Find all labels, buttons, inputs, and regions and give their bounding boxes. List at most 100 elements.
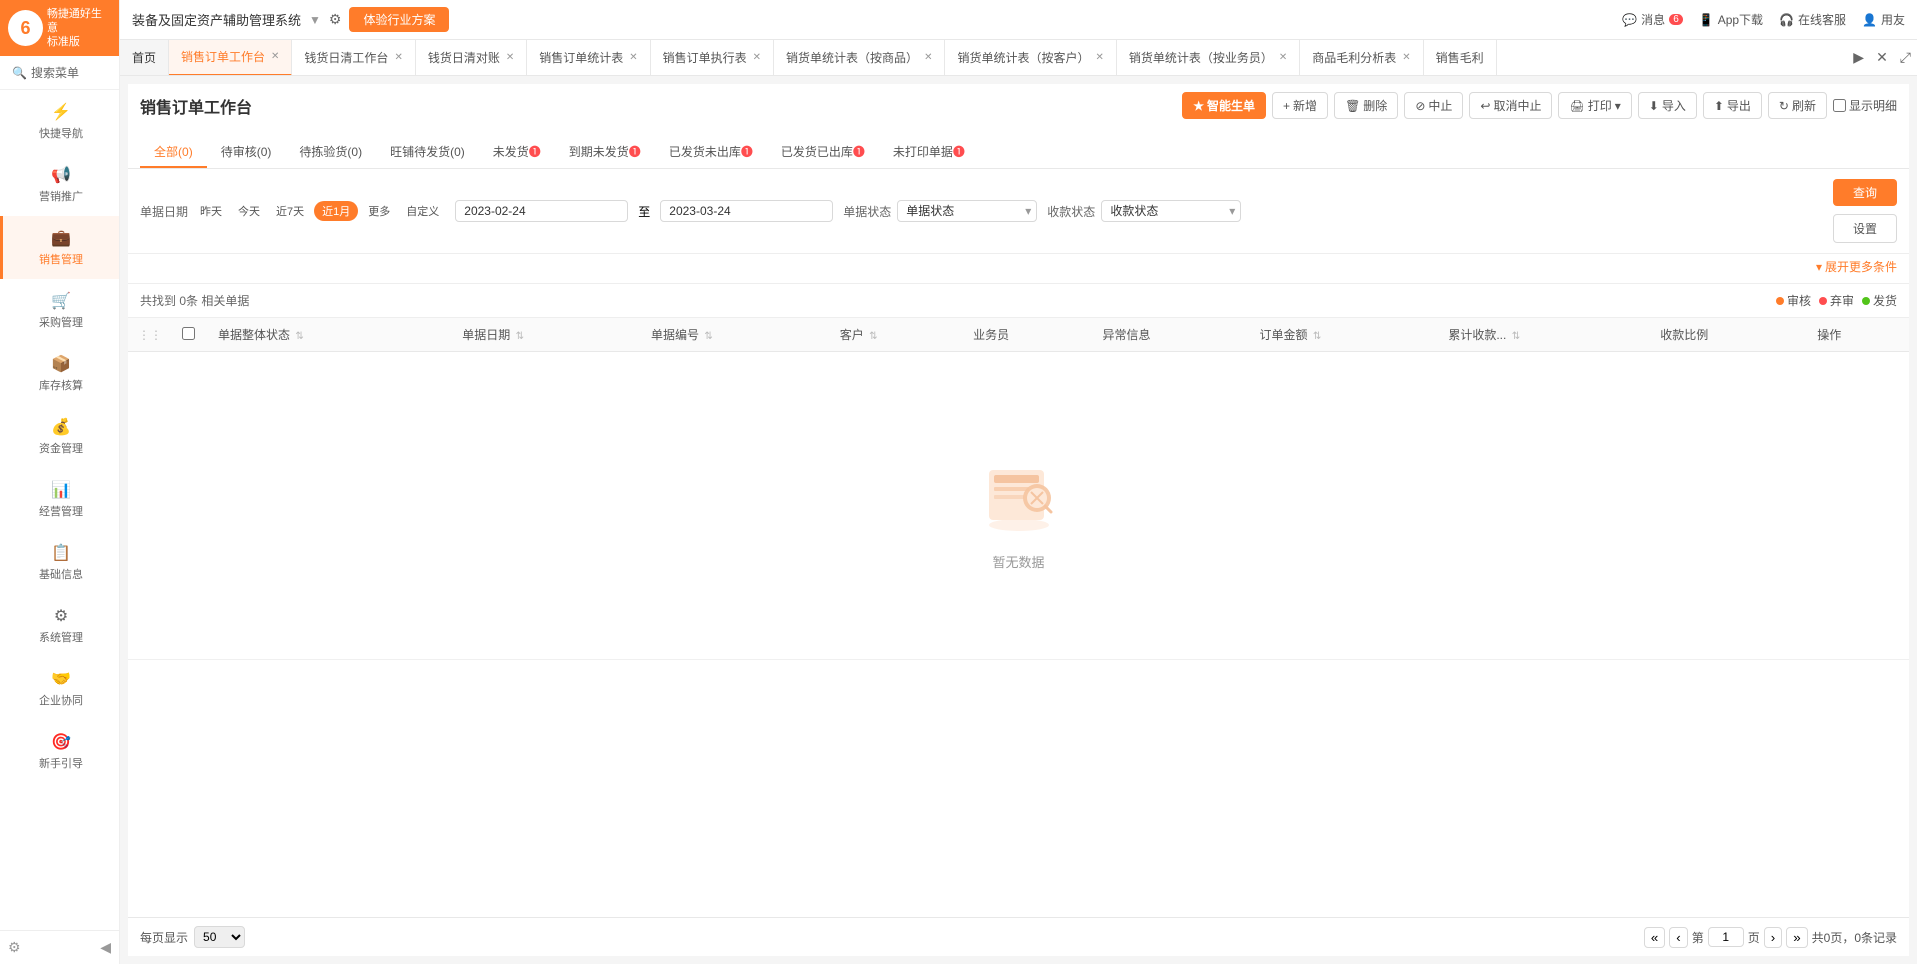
first-page-btn[interactable]: « (1644, 927, 1665, 948)
sort-customer-icon[interactable]: ⇅ (869, 331, 877, 342)
message-btn[interactable]: 💬 消息 6 (1622, 11, 1683, 28)
user-icon: 👤 (1862, 13, 1877, 27)
sort-amount-icon[interactable]: ⇅ (1313, 331, 1321, 342)
date-more[interactable]: 更多 (362, 201, 396, 221)
delete-btn[interactable]: 🗑 删除 (1334, 92, 1398, 119)
filter-tab-shipped-out[interactable]: 已发货已出库❶ (767, 137, 879, 168)
filter-tab-all[interactable]: 全部(0) (140, 137, 207, 168)
close-icon[interactable]: ✕ (1402, 52, 1410, 63)
sidebar-item-quick-nav[interactable]: ⚡ 快捷导航 (0, 90, 119, 153)
cancel-stop-btn[interactable]: ↩ 取消中止 (1469, 92, 1552, 119)
sidebar-item-enterprise[interactable]: 🤝 企业协同 (0, 657, 119, 720)
online-service-btn[interactable]: 🎧 在线客服 (1779, 11, 1846, 28)
close-icon[interactable]: ✕ (271, 51, 279, 62)
tab-gross-profit[interactable]: 商品毛利分析表 ✕ (1300, 40, 1423, 76)
date-to-input[interactable] (660, 200, 833, 222)
ship-action-btn[interactable]: 发货 (1862, 292, 1897, 309)
date-field: 单据日期 昨天 今天 近7天 近1月 更多 自定义 (140, 201, 445, 221)
sort-date-icon[interactable]: ⇅ (516, 331, 524, 342)
tab-sales-workbench[interactable]: 销售订单工作台 ✕ (169, 40, 292, 76)
sidebar-item-marketing[interactable]: 📢 营销推广 (0, 153, 119, 216)
filter-tab-pending-review[interactable]: 待审核(0) (207, 137, 286, 168)
filter-tab-not-printed[interactable]: 未打印单据❶ (879, 137, 979, 168)
sort-status-icon[interactable]: ⇅ (295, 331, 303, 342)
date-7days[interactable]: 近7天 (270, 201, 310, 221)
sidebar-item-sales[interactable]: 💼 销售管理 (0, 216, 119, 279)
tab-scroll-right[interactable]: ▶ (1847, 40, 1870, 76)
filter-tab-overdue[interactable]: 到期未发货❶ (555, 137, 655, 168)
page-input[interactable] (1708, 927, 1744, 947)
filter-tab-not-shipped[interactable]: 未发货❶ (479, 137, 555, 168)
close-icon[interactable]: ✕ (629, 52, 637, 63)
date-custom[interactable]: 自定义 (400, 201, 445, 221)
settings-btn[interactable]: ⚙ (329, 11, 342, 28)
close-icon[interactable]: ✕ (753, 52, 761, 63)
sidebar: 6 畅捷通好生意 标准版 🔍 搜索菜单 ⚡ 快捷导航 📢 营销推广 💼 销售管理… (0, 0, 120, 964)
close-icon[interactable]: ✕ (394, 52, 402, 63)
sidebar-item-system[interactable]: ⚙ 系统管理 (0, 594, 119, 657)
select-all-checkbox[interactable] (182, 327, 195, 340)
industry-btn[interactable]: 体验行业方案 (349, 7, 449, 32)
status-select[interactable]: 单据状态 (897, 200, 1037, 222)
expand-btn[interactable]: ▾ 展开更多条件 (1816, 258, 1897, 275)
export-btn[interactable]: ⬆ 导出 (1703, 92, 1762, 119)
tab-sales-exec[interactable]: 销售订单执行表 ✕ (651, 40, 774, 76)
close-icon[interactable]: ✕ (506, 52, 514, 63)
tab-sales-gross[interactable]: 销售毛利 (1424, 40, 1497, 76)
tab-sales-stats[interactable]: 销售订单统计表 ✕ (527, 40, 650, 76)
dropdown-icon[interactable]: ▼ (309, 13, 321, 27)
show-detail-checkbox[interactable]: 显示明细 (1833, 97, 1897, 114)
settings-icon[interactable]: ⚙ (8, 939, 21, 956)
sidebar-item-finance[interactable]: 💰 资金管理 (0, 405, 119, 468)
filter-tab-wangpu[interactable]: 旺铺待发货(0) (376, 137, 479, 168)
close-icon[interactable]: ✕ (1279, 52, 1287, 63)
review-action-btn[interactable]: 审核 (1776, 292, 1811, 309)
prev-page-btn[interactable]: ‹ (1669, 927, 1687, 948)
tab-maximize[interactable]: ⤢ (1894, 40, 1917, 76)
set-btn[interactable]: 设置 (1833, 214, 1897, 243)
add-btn[interactable]: + 新增 (1272, 92, 1328, 119)
date-today[interactable]: 今天 (232, 201, 266, 221)
date-from-input[interactable] (455, 200, 628, 222)
refresh-btn[interactable]: ↻ 刷新 (1768, 92, 1827, 119)
tab-sales-sum-customer[interactable]: 销货单统计表（按客户） ✕ (945, 40, 1116, 76)
tab-sales-sum-staff[interactable]: 销货单统计表（按业务员） ✕ (1117, 40, 1300, 76)
sidebar-item-basic[interactable]: 📋 基础信息 (0, 531, 119, 594)
print-dropdown-icon[interactable]: ▾ (1615, 99, 1621, 113)
tab-home[interactable]: 首页 (120, 40, 169, 76)
date-1month[interactable]: 近1月 (314, 201, 358, 221)
app-download-btn[interactable]: 📱 App下载 (1699, 11, 1763, 28)
cancel-review-action-btn[interactable]: 弃审 (1819, 292, 1854, 309)
last-page-btn[interactable]: » (1786, 927, 1807, 948)
collapse-icon[interactable]: ◀ (100, 939, 111, 956)
smart-btn[interactable]: ★ 智能生单 (1182, 92, 1266, 119)
user-btn[interactable]: 👤 用友 (1862, 11, 1905, 28)
filter-tab-shipped-not-out[interactable]: 已发货未出库❶ (655, 137, 767, 168)
stop-btn[interactable]: ⊘ 中止 (1404, 92, 1463, 119)
import-btn[interactable]: ⬇ 导入 (1638, 92, 1697, 119)
sidebar-item-operation[interactable]: 📊 经营管理 (0, 468, 119, 531)
sidebar-item-guide[interactable]: 🎯 新手引导 (0, 720, 119, 783)
query-btn[interactable]: 查询 (1833, 179, 1897, 206)
sidebar-item-purchase[interactable]: 🛒 采购管理 (0, 279, 119, 342)
date-yesterday[interactable]: 昨天 (194, 201, 228, 221)
tab-sales-sum-product[interactable]: 销货单统计表（按商品） ✕ (774, 40, 945, 76)
payment-select[interactable]: 收款状态 (1101, 200, 1241, 222)
page-size-select[interactable]: 50 10 20 100 (194, 926, 245, 948)
col-checkbox[interactable] (172, 318, 208, 352)
filter-tab-pending-check[interactable]: 待拣验货(0) (285, 137, 376, 168)
close-icon[interactable]: ✕ (924, 52, 932, 63)
sort-received-icon[interactable]: ⇅ (1512, 331, 1520, 342)
sort-number-icon[interactable]: ⇅ (704, 331, 712, 342)
table-body: 暂无数据 (128, 352, 1909, 660)
tab-cash-reconcile[interactable]: 钱货日清对账 ✕ (416, 40, 527, 76)
next-page-btn[interactable]: › (1764, 927, 1782, 948)
tab-cash-daily[interactable]: 钱货日清工作台 ✕ (292, 40, 415, 76)
print-btn[interactable]: 🖨 打印 ▾ (1558, 92, 1631, 119)
show-detail-input[interactable] (1833, 99, 1846, 112)
date-range: 昨天 今天 近7天 近1月 更多 自定义 (194, 201, 445, 221)
close-icon[interactable]: ✕ (1095, 52, 1103, 63)
tab-close-all[interactable]: ✕ (1870, 40, 1894, 76)
sidebar-search[interactable]: 🔍 搜索菜单 (0, 56, 119, 90)
sidebar-item-inventory[interactable]: 📦 库存核算 (0, 342, 119, 405)
